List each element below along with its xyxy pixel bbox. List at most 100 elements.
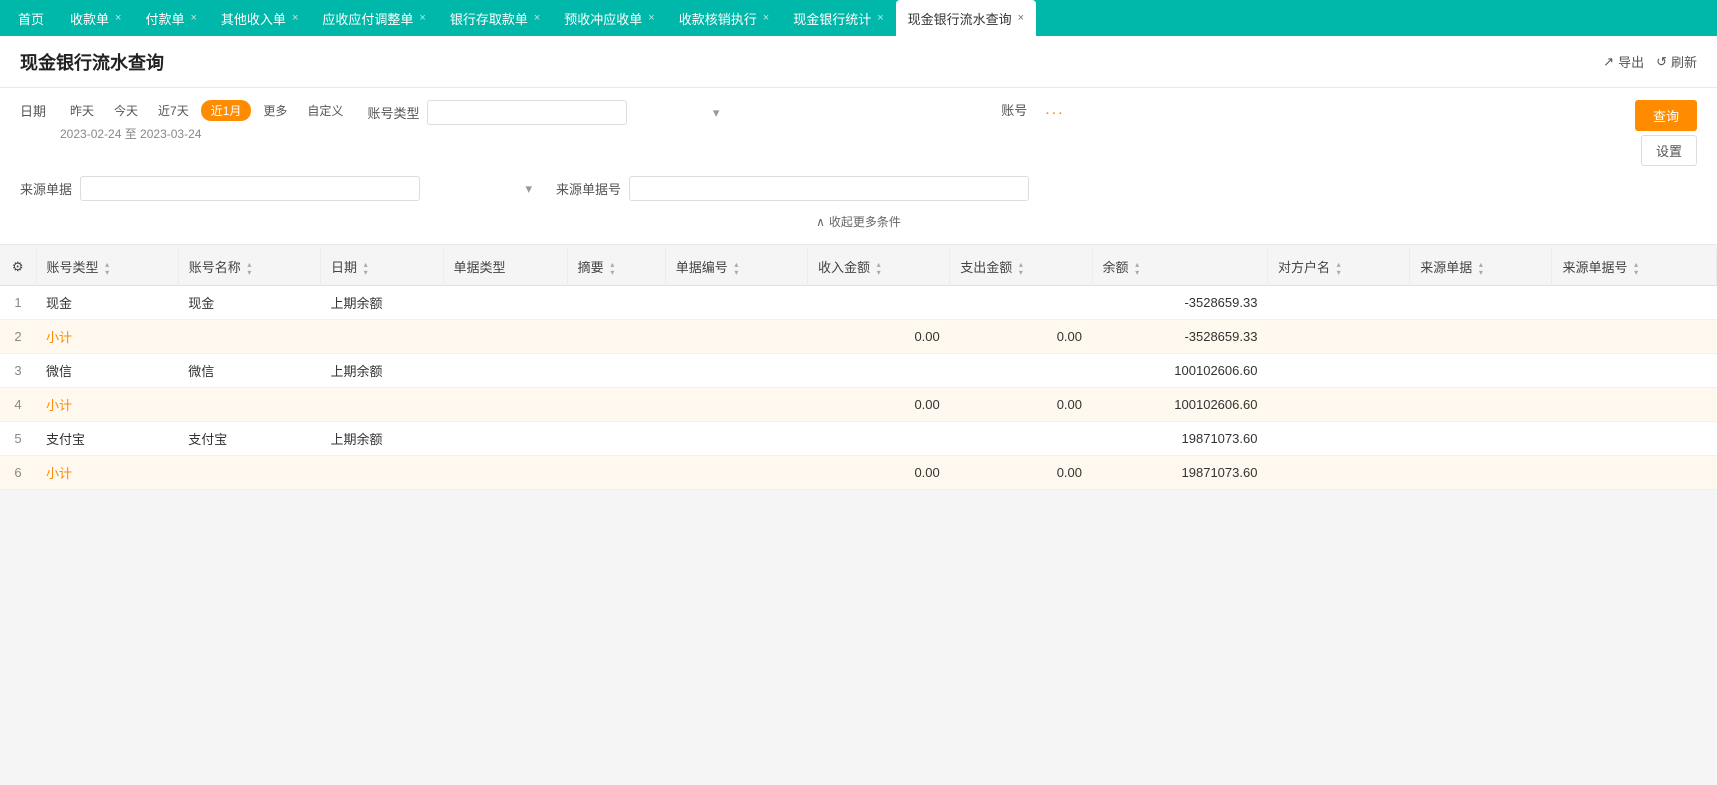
collapse-bar[interactable]: ∧ 收起更多条件 <box>20 209 1697 236</box>
cell-index: 6 <box>0 455 36 489</box>
refresh-icon: ↺ <box>1656 54 1667 70</box>
more-dots[interactable]: ... <box>1045 101 1064 119</box>
close-tab-1[interactable]: × <box>190 12 196 24</box>
gear-icon[interactable]: ⚙ <box>12 259 24 274</box>
sort-source-doc-icon[interactable]: ▴▾ <box>1479 261 1483 277</box>
sort-balance-icon[interactable]: ▴▾ <box>1135 261 1139 277</box>
table-row[interactable]: 5 支付宝 支付宝 上期余额 19871073.60 <box>0 421 1717 455</box>
cell-income <box>807 421 949 455</box>
sort-counterpart-icon[interactable]: ▴▾ <box>1337 261 1341 277</box>
close-tab-0[interactable]: × <box>115 12 121 24</box>
cell-expense <box>950 285 1092 319</box>
cell-date <box>321 387 443 421</box>
cell-balance: -3528659.33 <box>1092 285 1267 319</box>
cell-doc-no <box>665 285 807 319</box>
cell-date: 上期余额 <box>321 421 443 455</box>
col-date: 日期 ▴▾ <box>321 249 443 285</box>
cell-doc-type <box>443 319 567 353</box>
col-settings[interactable]: ⚙ <box>0 249 36 285</box>
cell-income: 0.00 <box>807 319 949 353</box>
data-table: ⚙ 账号类型 ▴▾ 账号名称 ▴▾ 日期 ▴▾ 单据类型 摘要 ▴▾ <box>0 249 1717 490</box>
close-tab-7[interactable]: × <box>877 12 883 24</box>
nav-home[interactable]: 首页 <box>4 0 58 36</box>
cell-date: 上期余额 <box>321 285 443 319</box>
nav-tab-4[interactable]: 银行存取款单 × <box>438 0 552 36</box>
table-row[interactable]: 3 微信 微信 上期余额 100102606.60 <box>0 353 1717 387</box>
cell-source-doc <box>1410 455 1552 489</box>
top-nav: 首页 收款单 × 付款单 × 其他收入单 × 应收应付调整单 × 银行存取款单 … <box>0 0 1717 36</box>
cell-doc-no <box>665 353 807 387</box>
close-tab-6[interactable]: × <box>763 12 769 24</box>
close-tab-3[interactable]: × <box>419 12 425 24</box>
query-section: 查询 设置 <box>1635 100 1697 166</box>
col-doc-type: 单据类型 <box>443 249 567 285</box>
cell-source-doc <box>1410 421 1552 455</box>
sort-expense-icon[interactable]: ▴▾ <box>1019 261 1023 277</box>
nav-tab-6[interactable]: 收款核销执行 × <box>667 0 781 36</box>
source-doc-select[interactable] <box>80 176 420 201</box>
table-row[interactable]: 6 小计 0.00 0.00 19871073.60 <box>0 455 1717 489</box>
table-container: ⚙ 账号类型 ▴▾ 账号名称 ▴▾ 日期 ▴▾ 单据类型 摘要 ▴▾ <box>0 249 1717 490</box>
date-btn-7days[interactable]: 近7天 <box>150 100 197 121</box>
nav-tab-8[interactable]: 现金银行流水查询 × <box>896 0 1036 36</box>
nav-tab-1[interactable]: 付款单 × <box>133 0 208 36</box>
cell-source-doc <box>1410 387 1552 421</box>
cell-doc-type <box>443 421 567 455</box>
cell-acct-name: 微信 <box>178 353 320 387</box>
nav-tab-0[interactable]: 收款单 × <box>58 0 133 36</box>
sort-acct-name-icon[interactable]: ▴▾ <box>247 261 251 277</box>
collapse-label: 收起更多条件 <box>829 213 901 230</box>
sort-source-doc-no-icon[interactable]: ▴▾ <box>1634 261 1638 277</box>
date-btn-1month[interactable]: 近1月 <box>201 100 252 121</box>
source-doc-label: 来源单据 <box>20 179 72 198</box>
nav-tab-2[interactable]: 其他收入单 × <box>209 0 310 36</box>
source-doc-no-input[interactable] <box>629 176 1029 201</box>
cell-income <box>807 353 949 387</box>
cell-acct-name <box>178 455 320 489</box>
col-income: 收入金额 ▴▾ <box>807 249 949 285</box>
nav-tab-5[interactable]: 预收冲应收单 × <box>552 0 666 36</box>
date-btn-today[interactable]: 今天 <box>106 100 146 121</box>
acct-type-select[interactable] <box>427 100 627 125</box>
date-btn-more[interactable]: 更多 <box>255 100 295 121</box>
cell-source-doc-no <box>1552 319 1717 353</box>
nav-tab-7[interactable]: 现金银行统计 × <box>781 0 895 36</box>
date-btn-custom[interactable]: 自定义 <box>299 100 351 121</box>
date-btn-yesterday[interactable]: 昨天 <box>62 100 102 121</box>
sort-summary-icon[interactable]: ▴▾ <box>610 261 614 277</box>
export-icon: ↗ <box>1603 54 1614 70</box>
sort-acct-type-icon[interactable]: ▴▾ <box>105 261 109 277</box>
sort-date-icon[interactable]: ▴▾ <box>364 261 368 277</box>
cell-index: 1 <box>0 285 36 319</box>
cell-expense: 0.00 <box>950 319 1092 353</box>
sort-income-icon[interactable]: ▴▾ <box>877 261 881 277</box>
table-row[interactable]: 2 小计 0.00 0.00 -3528659.33 <box>0 319 1717 353</box>
col-doc-no: 单据编号 ▴▾ <box>665 249 807 285</box>
cell-summary <box>567 319 665 353</box>
source-doc-no-label: 来源单据号 <box>556 179 621 198</box>
refresh-button[interactable]: ↺ 刷新 <box>1656 52 1697 71</box>
table-row[interactable]: 4 小计 0.00 0.00 100102606.60 <box>0 387 1717 421</box>
cell-balance: -3528659.33 <box>1092 319 1267 353</box>
export-button[interactable]: ↗ 导出 <box>1603 52 1644 71</box>
close-tab-5[interactable]: × <box>648 12 654 24</box>
col-source-doc-no: 来源单据号 ▴▾ <box>1552 249 1717 285</box>
cell-summary <box>567 353 665 387</box>
sort-doc-no-icon[interactable]: ▴▾ <box>734 261 738 277</box>
nav-tab-3[interactable]: 应收应付调整单 × <box>310 0 437 36</box>
cell-counterpart <box>1267 387 1409 421</box>
cell-doc-no <box>665 387 807 421</box>
table-row[interactable]: 1 现金 现金 上期余额 -3528659.33 <box>0 285 1717 319</box>
cell-source-doc <box>1410 319 1552 353</box>
cell-index: 2 <box>0 319 36 353</box>
close-tab-4[interactable]: × <box>534 12 540 24</box>
close-tab-2[interactable]: × <box>292 12 298 24</box>
cell-source-doc-no <box>1552 387 1717 421</box>
cell-counterpart <box>1267 353 1409 387</box>
settings-button[interactable]: 设置 <box>1641 135 1697 166</box>
query-button[interactable]: 查询 <box>1635 100 1697 131</box>
close-tab-8[interactable]: × <box>1018 12 1024 24</box>
cell-doc-type <box>443 455 567 489</box>
cell-acct-type: 支付宝 <box>36 421 178 455</box>
table-body: 1 现金 现金 上期余额 -3528659.33 2 小计 0.00 0.00 … <box>0 285 1717 489</box>
